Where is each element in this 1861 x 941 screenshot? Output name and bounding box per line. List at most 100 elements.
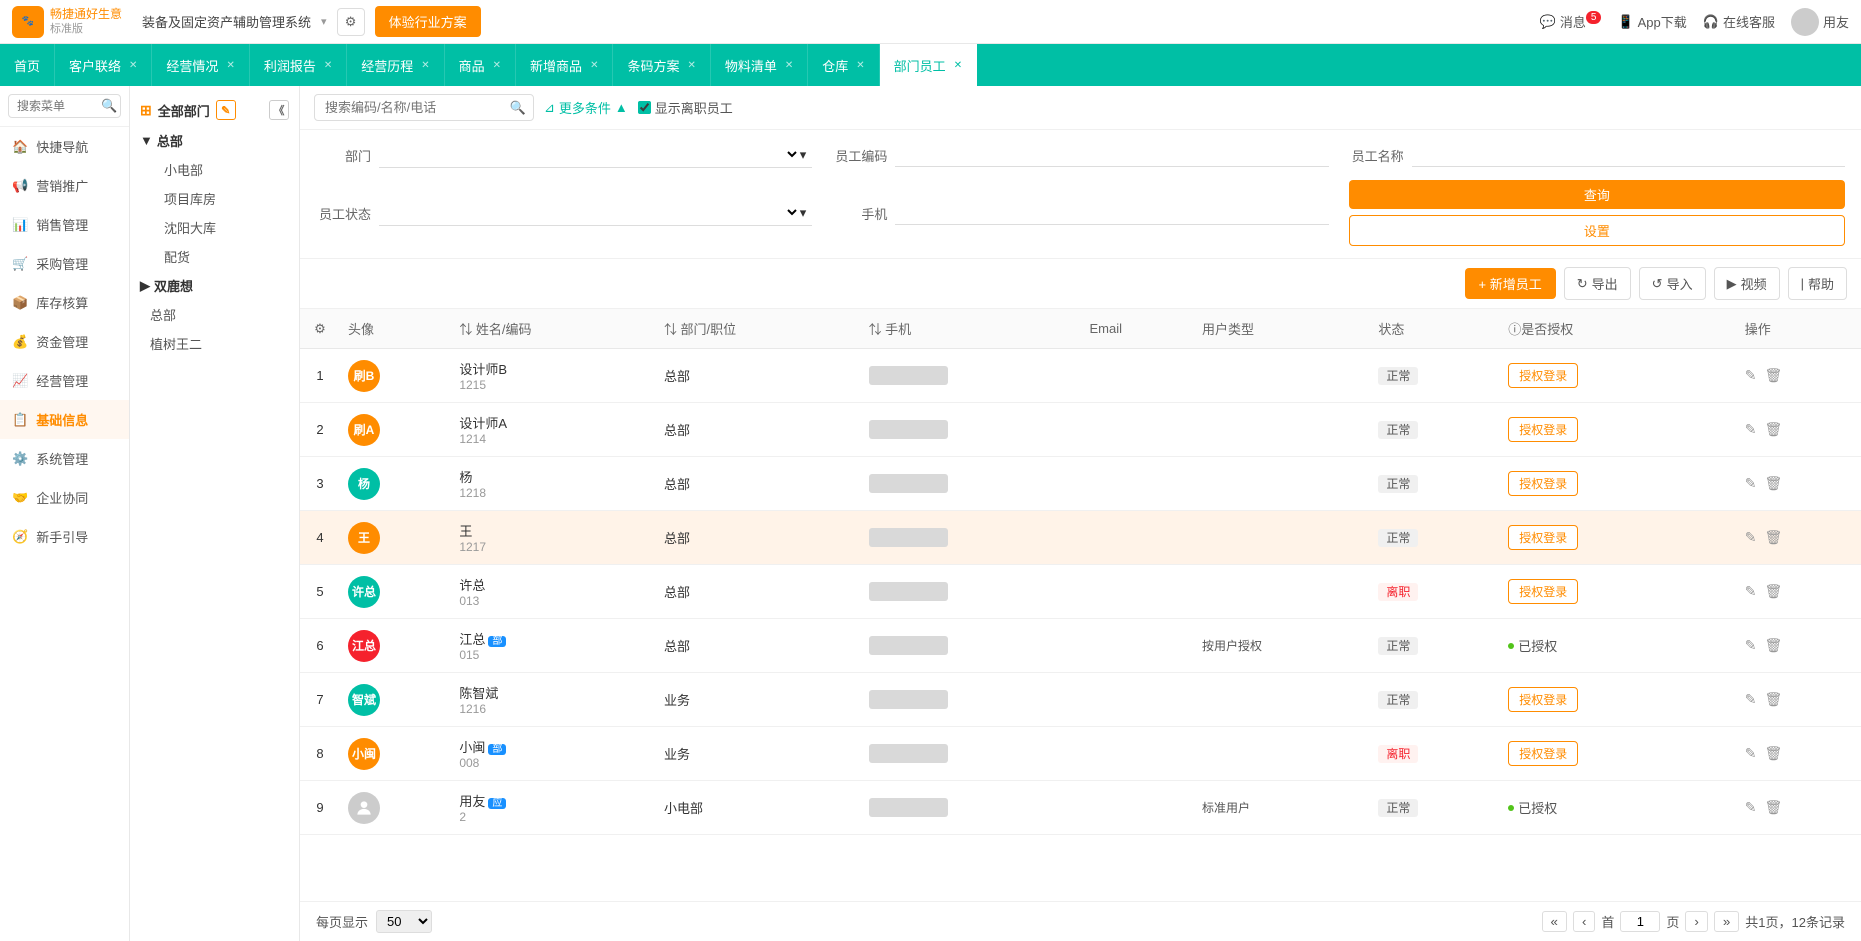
- sidebar-item-guide[interactable]: 🧭 新手引导: [0, 517, 129, 556]
- delete-button[interactable]: 🗑: [1765, 583, 1783, 600]
- dept-collapse-button[interactable]: 《: [269, 100, 289, 120]
- delete-button[interactable]: 🗑: [1765, 745, 1783, 762]
- sidebar-item-collab[interactable]: 🤝 企业协同: [0, 478, 129, 517]
- edit-button[interactable]: ✎: [1745, 529, 1757, 546]
- search-button-icon[interactable]: 🔍: [510, 100, 526, 116]
- tab-bom[interactable]: 物料清单✕: [711, 44, 808, 86]
- tab-business[interactable]: 经营情况✕: [152, 44, 249, 86]
- close-customer-icon[interactable]: ✕: [129, 60, 137, 71]
- close-dept-icon[interactable]: ✕: [954, 60, 962, 71]
- dept-select[interactable]: [385, 146, 800, 163]
- auth-button[interactable]: 授权登录: [1508, 741, 1578, 766]
- prev-page-button[interactable]: ‹: [1573, 911, 1595, 932]
- view-button[interactable]: ▶ 视频: [1714, 267, 1780, 300]
- close-history-icon[interactable]: ✕: [421, 60, 429, 71]
- sidebar-item-operation[interactable]: 📈 经营管理: [0, 361, 129, 400]
- auth-button[interactable]: 授权登录: [1508, 363, 1578, 388]
- export-button[interactable]: ↻ 导出: [1564, 267, 1631, 300]
- tab-add-goods[interactable]: 新增商品✕: [516, 44, 613, 86]
- edit-button[interactable]: ✎: [1745, 583, 1757, 600]
- empcode-input[interactable]: [895, 143, 1328, 167]
- close-barcode-icon[interactable]: ✕: [687, 60, 695, 71]
- close-business-icon[interactable]: ✕: [226, 60, 234, 71]
- dept-item-project[interactable]: 项目库房: [144, 184, 299, 213]
- col-name[interactable]: ⇅ 姓名/编码: [451, 309, 656, 349]
- dept-group-shuanglu[interactable]: ▶ 双鹿想: [130, 271, 299, 300]
- sidebar-item-finance[interactable]: 💰 资金管理: [0, 322, 129, 361]
- dept-item-xiaodian[interactable]: 小电部: [144, 155, 299, 184]
- dept-item-zongbu2[interactable]: 总部: [130, 300, 299, 329]
- query-button[interactable]: 查询: [1349, 180, 1845, 209]
- sidebar-item-system[interactable]: ⚙️ 系统管理: [0, 439, 129, 478]
- empname-input[interactable]: [1412, 143, 1845, 167]
- last-page-button[interactable]: »: [1714, 911, 1739, 932]
- auth-button[interactable]: 授权登录: [1508, 687, 1578, 712]
- close-goods-icon[interactable]: ✕: [493, 60, 501, 71]
- per-page-select[interactable]: 50 100: [376, 910, 432, 933]
- close-bom-icon[interactable]: ✕: [785, 60, 793, 71]
- delete-button[interactable]: 🗑: [1765, 799, 1783, 816]
- dropdown-arrow-icon[interactable]: ▾: [321, 15, 327, 28]
- tab-department[interactable]: 部门员工✕: [880, 44, 977, 86]
- status-select[interactable]: [385, 204, 800, 221]
- edit-button[interactable]: ✎: [1745, 691, 1757, 708]
- help-button[interactable]: | 帮助: [1788, 267, 1847, 300]
- col-dept[interactable]: ⇅ 部门/职位: [656, 309, 861, 349]
- phone-input[interactable]: [895, 201, 1328, 225]
- delete-button[interactable]: 🗑: [1765, 637, 1783, 654]
- edit-button[interactable]: ✎: [1745, 745, 1757, 762]
- app-download-button[interactable]: 📱 App下载: [1617, 12, 1686, 31]
- status-select-wrap[interactable]: ▾: [379, 200, 812, 226]
- dept-item-peihuo[interactable]: 配货: [144, 242, 299, 271]
- sidebar-item-inventory[interactable]: 📦 库存核算: [0, 283, 129, 322]
- tab-home[interactable]: 首页: [0, 44, 55, 86]
- show-resigned-checkbox[interactable]: [638, 101, 651, 114]
- sidebar-item-marketing[interactable]: 📢 营销推广: [0, 166, 129, 205]
- auth-button[interactable]: 授权登录: [1508, 471, 1578, 496]
- tab-warehouse[interactable]: 仓库✕: [808, 44, 879, 86]
- delete-button[interactable]: 🗑: [1765, 475, 1783, 492]
- auth-button[interactable]: 授权登录: [1508, 579, 1578, 604]
- delete-button[interactable]: 🗑: [1765, 529, 1783, 546]
- close-add-goods-icon[interactable]: ✕: [590, 60, 598, 71]
- col-phone[interactable]: ⇅ 手机: [861, 309, 1082, 349]
- col-settings[interactable]: ⚙: [300, 309, 340, 349]
- next-page-button[interactable]: ›: [1685, 911, 1707, 932]
- edit-button[interactable]: ✎: [1745, 637, 1757, 654]
- tab-profit[interactable]: 利润报告✕: [250, 44, 347, 86]
- set-button[interactable]: 设置: [1349, 215, 1845, 246]
- edit-button[interactable]: ✎: [1745, 799, 1757, 816]
- import-button[interactable]: ↺ 导入: [1639, 267, 1706, 300]
- tab-goods[interactable]: 商品✕: [445, 44, 516, 86]
- add-employee-button[interactable]: + 新增员工: [1465, 268, 1556, 299]
- delete-button[interactable]: 🗑: [1765, 421, 1783, 438]
- first-page-button[interactable]: «: [1542, 911, 1567, 932]
- edit-button[interactable]: ✎: [1745, 421, 1757, 438]
- message-button[interactable]: 💬 消息 5: [1540, 12, 1602, 31]
- close-profit-icon[interactable]: ✕: [324, 60, 332, 71]
- dept-select-wrap[interactable]: ▾: [379, 142, 812, 168]
- search-input[interactable]: [314, 94, 534, 121]
- sidebar-item-basic[interactable]: 📋 基础信息: [0, 400, 129, 439]
- delete-button[interactable]: 🗑: [1765, 367, 1783, 384]
- dept-edit-button[interactable]: ✎: [216, 100, 236, 120]
- page-number-input[interactable]: [1620, 911, 1660, 932]
- auth-button[interactable]: 授权登录: [1508, 417, 1578, 442]
- online-service-button[interactable]: 🎧 在线客服: [1703, 12, 1775, 31]
- sidebar-item-sales[interactable]: 📊 销售管理: [0, 205, 129, 244]
- tab-barcode[interactable]: 条码方案✕: [613, 44, 710, 86]
- dept-item-shenyang[interactable]: 沈阳大库: [144, 213, 299, 242]
- tab-history[interactable]: 经营历程✕: [347, 44, 444, 86]
- edit-button[interactable]: ✎: [1745, 475, 1757, 492]
- sidebar-item-purchase[interactable]: 🛒 采购管理: [0, 244, 129, 283]
- close-warehouse-icon[interactable]: ✕: [856, 60, 864, 71]
- more-conditions-button[interactable]: ⊿ 更多条件 ▲: [544, 98, 628, 117]
- delete-button[interactable]: 🗑: [1765, 691, 1783, 708]
- edit-button[interactable]: ✎: [1745, 367, 1757, 384]
- trial-button[interactable]: 体验行业方案: [375, 6, 481, 37]
- auth-button[interactable]: 授权登录: [1508, 525, 1578, 550]
- dept-item-zhishu[interactable]: 植树王二: [130, 329, 299, 358]
- sidebar-item-quick-nav[interactable]: 🏠 快捷导航: [0, 127, 129, 166]
- user-area[interactable]: 用友: [1791, 8, 1849, 36]
- dept-group-zongbu[interactable]: ▼ 总部: [130, 126, 299, 155]
